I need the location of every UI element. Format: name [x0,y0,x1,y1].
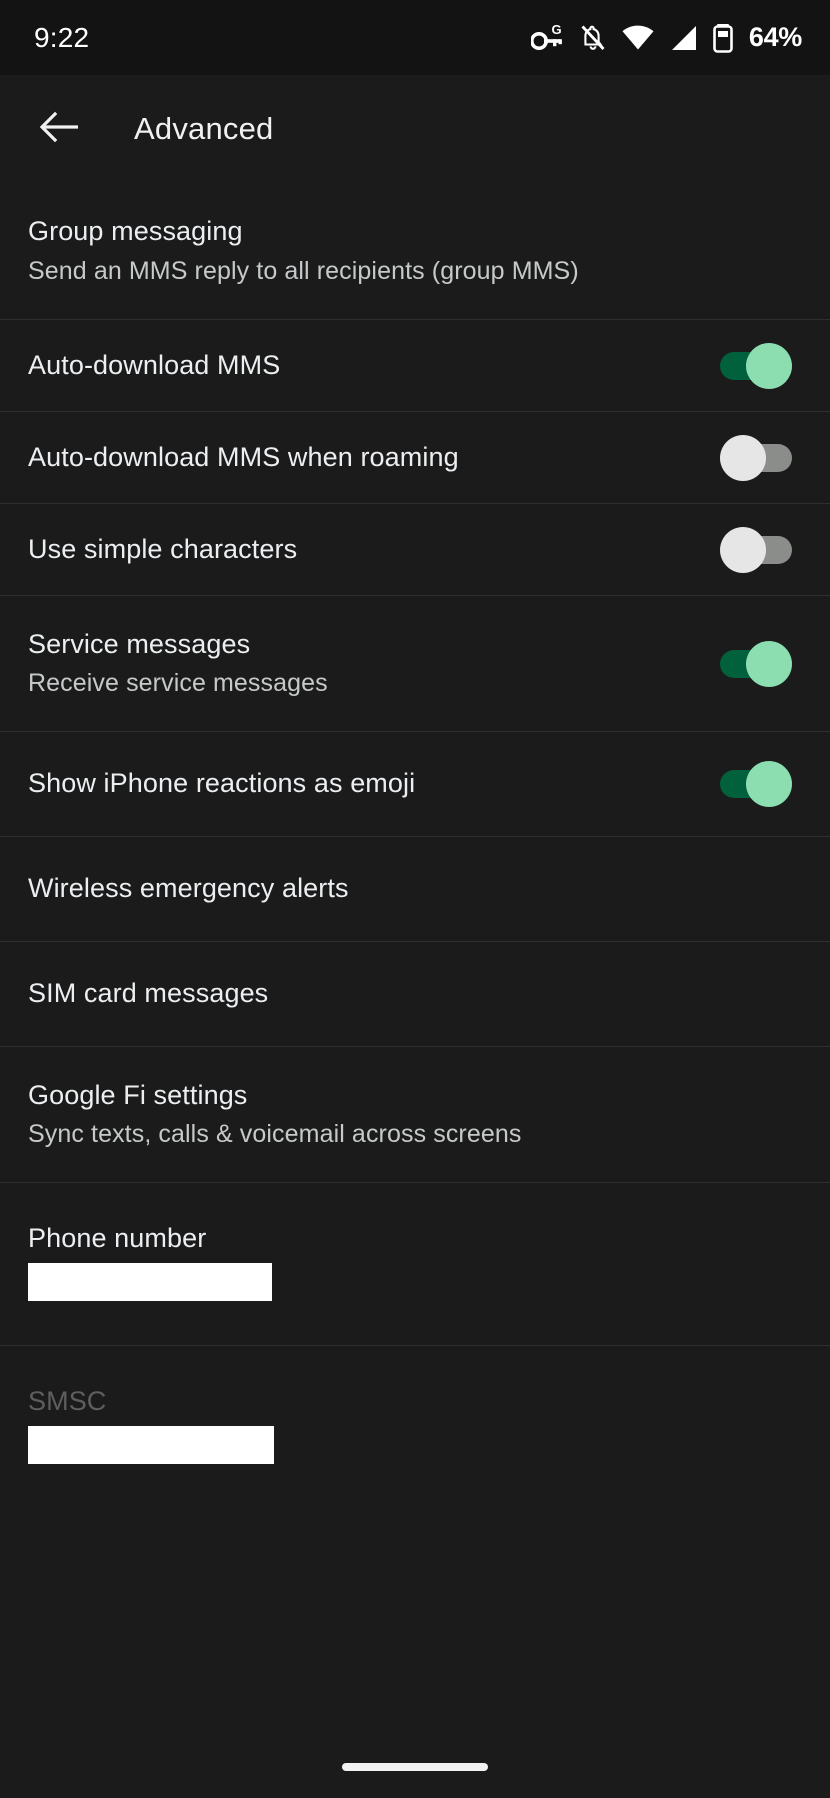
row-text: Google Fi settings Sync texts, calls & v… [28,1056,521,1174]
row-text: Wireless emergency alerts [28,849,349,929]
row-title: Service messages [28,628,251,659]
back-button[interactable] [30,99,90,159]
toggle-thumb [720,526,766,573]
status-bar-icons: G 64% [530,22,802,53]
cellular-signal-icon [669,24,699,52]
toggle-thumb [746,342,792,389]
row-text: SIM card messages [28,954,268,1034]
page-title: Advanced [134,111,274,146]
setting-row-sim-card-messages[interactable]: SIM card messages [0,941,830,1046]
phone-number-label: Phone number [28,1223,207,1253]
setting-row-auto-download-mms[interactable]: Auto-download MMS [0,319,830,411]
row-title: Use simple characters [28,533,298,564]
home-gesture-pill[interactable] [342,1763,488,1771]
row-text: Group messaging Send an MMS reply to all… [28,192,579,310]
toggle-thumb [720,434,766,481]
settings-list: Group messaging Send an MMS reply to all… [0,183,830,1508]
status-bar: 9:22 G 64% [0,0,830,75]
toggle-auto-download-mms-roaming[interactable] [720,434,792,481]
svg-text:G: G [551,23,561,37]
row-subtitle: Send an MMS reply to all recipients (gro… [28,256,579,285]
setting-row-smsc[interactable]: SMSC [0,1345,830,1508]
status-bar-clock: 9:22 [34,21,90,53]
row-text: Auto-download MMS when roaming [28,418,459,498]
navigation-bar [0,1736,830,1798]
battery-percent-label: 64% [748,22,802,52]
row-text: Service messages Receive service message… [28,605,328,723]
smsc-label: SMSC [28,1386,107,1416]
smsc-input[interactable] [28,1426,274,1464]
setting-row-google-fi-settings[interactable]: Google Fi settings Sync texts, calls & v… [0,1046,830,1182]
toggle-auto-download-mms[interactable] [720,342,792,389]
row-title: Wireless emergency alerts [28,873,349,904]
phone-number-input[interactable] [28,1263,272,1301]
row-title: Group messaging [28,216,243,247]
toggle-iphone-reactions[interactable] [720,761,792,807]
row-title: Google Fi settings [28,1079,248,1110]
settings-screen: 9:22 G 64% Advanced Group messaging Send… [0,0,830,1798]
setting-row-iphone-reactions[interactable]: Show iPhone reactions as emoji [0,731,830,836]
row-title: Show iPhone reactions as emoji [28,768,416,799]
row-title: SIM card messages [28,978,269,1009]
toggle-thumb [746,761,792,807]
toolbar: Advanced [0,75,830,183]
row-subtitle: Receive service messages [28,669,328,698]
wifi-icon [621,24,655,52]
notifications-off-icon [579,23,607,53]
setting-row-service-messages[interactable]: Service messages Receive service message… [0,595,830,731]
setting-row-group-messaging[interactable]: Group messaging Send an MMS reply to all… [0,183,830,319]
setting-row-phone-number[interactable]: Phone number [0,1182,830,1345]
setting-row-wireless-emergency-alerts[interactable]: Wireless emergency alerts [0,836,830,941]
toggle-thumb [746,640,792,687]
row-title: Auto-download MMS [28,349,281,380]
back-arrow-icon [38,110,82,149]
battery-icon [713,23,733,53]
toggle-use-simple-characters[interactable] [720,526,792,573]
row-title: Auto-download MMS when roaming [28,441,459,472]
setting-row-auto-download-mms-roaming[interactable]: Auto-download MMS when roaming [0,411,830,503]
setting-row-use-simple-characters[interactable]: Use simple characters [0,503,830,595]
vpn-key-g-icon: G [530,23,565,53]
row-subtitle: Sync texts, calls & voicemail across scr… [28,1120,522,1149]
row-text: Show iPhone reactions as emoji [28,744,415,824]
toggle-service-messages[interactable] [720,640,792,687]
row-text: Auto-download MMS [28,326,280,406]
row-text: Use simple characters [28,510,297,590]
